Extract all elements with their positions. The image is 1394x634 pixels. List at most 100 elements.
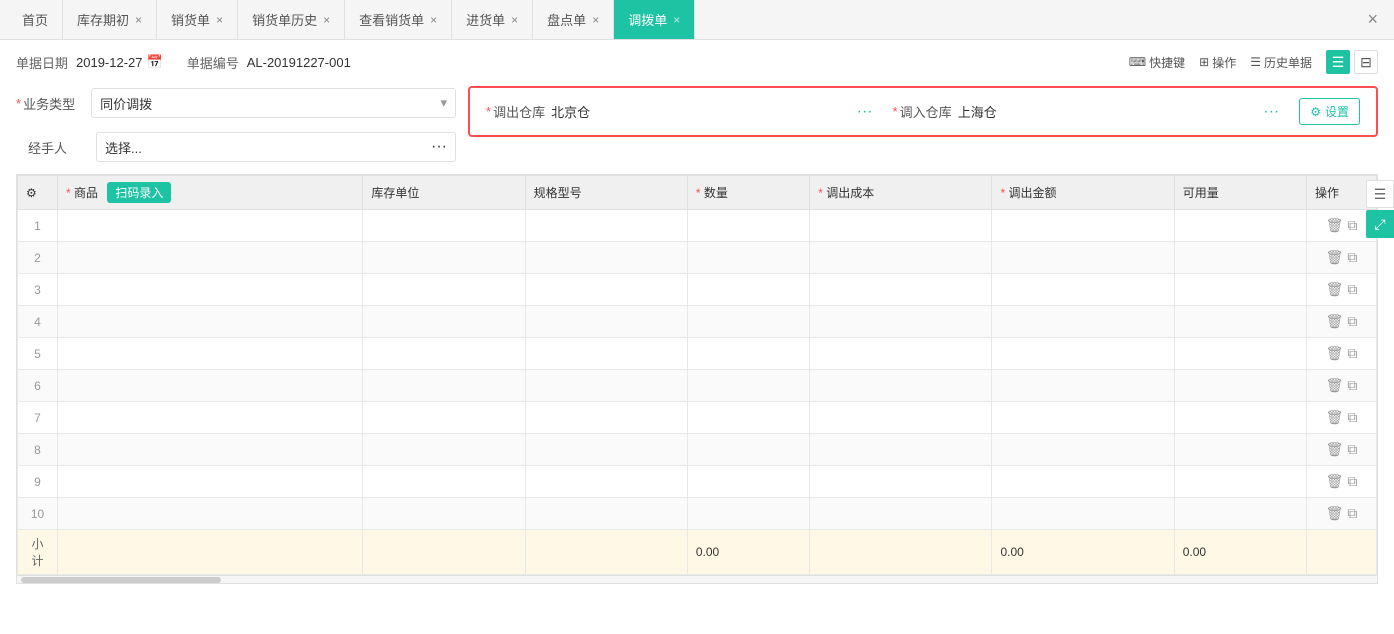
- cost-cell[interactable]: [810, 306, 992, 338]
- close-icon[interactable]: ×: [323, 13, 330, 27]
- col-gear[interactable]: ⚙: [18, 176, 58, 210]
- unit-cell[interactable]: [363, 370, 525, 402]
- copy-icon[interactable]: ⧉: [1347, 281, 1357, 298]
- product-cell[interactable]: [58, 434, 363, 466]
- spec-cell[interactable]: [525, 370, 687, 402]
- amount-cell[interactable]: [992, 306, 1174, 338]
- unit-cell[interactable]: [363, 402, 525, 434]
- product-cell[interactable]: [58, 274, 363, 306]
- spec-cell[interactable]: [525, 434, 687, 466]
- cost-cell[interactable]: [810, 210, 992, 242]
- cost-cell[interactable]: [810, 274, 992, 306]
- unit-cell[interactable]: [363, 434, 525, 466]
- close-icon[interactable]: ×: [511, 13, 518, 27]
- spec-cell[interactable]: [525, 338, 687, 370]
- delete-icon[interactable]: 🗑: [1326, 409, 1344, 426]
- settings-button[interactable]: ⚙ 设置: [1299, 98, 1360, 125]
- amount-cell[interactable]: [992, 274, 1174, 306]
- product-cell[interactable]: [58, 242, 363, 274]
- copy-icon[interactable]: ⧉: [1347, 345, 1357, 362]
- cost-cell[interactable]: [810, 498, 992, 530]
- tab-home[interactable]: 首页: [8, 0, 63, 39]
- delete-icon[interactable]: 🗑: [1326, 281, 1344, 298]
- unit-cell[interactable]: [363, 466, 525, 498]
- copy-icon[interactable]: ⧉: [1347, 313, 1357, 330]
- scan-button[interactable]: 扫码录入: [107, 182, 171, 203]
- operation-btn[interactable]: ⊞ 操作: [1199, 54, 1236, 71]
- spec-cell[interactable]: [525, 306, 687, 338]
- tab-purchase[interactable]: 进货单 ×: [452, 0, 533, 39]
- product-cell[interactable]: [58, 210, 363, 242]
- qty-cell[interactable]: [687, 402, 809, 434]
- amount-cell[interactable]: [992, 210, 1174, 242]
- copy-icon[interactable]: ⧉: [1347, 505, 1357, 522]
- spec-cell[interactable]: [525, 498, 687, 530]
- amount-cell[interactable]: [992, 498, 1174, 530]
- amount-cell[interactable]: [992, 466, 1174, 498]
- product-cell[interactable]: [58, 402, 363, 434]
- close-icon[interactable]: ×: [216, 13, 223, 27]
- product-cell[interactable]: [58, 370, 363, 402]
- spec-cell[interactable]: [525, 466, 687, 498]
- spec-cell[interactable]: [525, 274, 687, 306]
- calendar-icon[interactable]: 📅: [147, 54, 163, 70]
- qty-cell[interactable]: [687, 210, 809, 242]
- cost-cell[interactable]: [810, 338, 992, 370]
- history-btn[interactable]: ☰ 历史单据: [1250, 54, 1312, 71]
- side-list-icon[interactable]: ☰: [1366, 180, 1394, 208]
- unit-cell[interactable]: [363, 210, 525, 242]
- close-icon[interactable]: ×: [135, 13, 142, 27]
- qty-cell[interactable]: [687, 242, 809, 274]
- cost-cell[interactable]: [810, 402, 992, 434]
- tab-sales-history[interactable]: 销货单历史 ×: [238, 0, 345, 39]
- product-cell[interactable]: [58, 338, 363, 370]
- amount-cell[interactable]: [992, 338, 1174, 370]
- tab-transfer[interactable]: 调拨单 ×: [614, 0, 695, 39]
- product-cell[interactable]: [58, 498, 363, 530]
- delete-icon[interactable]: 🗑: [1326, 441, 1344, 458]
- product-cell[interactable]: [58, 306, 363, 338]
- delete-icon[interactable]: 🗑: [1326, 505, 1344, 522]
- copy-icon[interactable]: ⧉: [1347, 441, 1357, 458]
- tab-inventory-check[interactable]: 盘点单 ×: [533, 0, 614, 39]
- tab-view-sales[interactable]: 查看销货单 ×: [345, 0, 452, 39]
- qty-cell[interactable]: [687, 306, 809, 338]
- copy-icon[interactable]: ⧉: [1347, 377, 1357, 394]
- qty-cell[interactable]: [687, 338, 809, 370]
- copy-icon[interactable]: ⧉: [1347, 473, 1357, 490]
- unit-cell[interactable]: [363, 338, 525, 370]
- scrollbar[interactable]: [17, 575, 1377, 583]
- amount-cell[interactable]: [992, 402, 1174, 434]
- unit-cell[interactable]: [363, 306, 525, 338]
- close-icon[interactable]: ×: [430, 13, 437, 27]
- spec-cell[interactable]: [525, 402, 687, 434]
- copy-icon[interactable]: ⧉: [1347, 217, 1357, 234]
- amount-cell[interactable]: [992, 242, 1174, 274]
- unit-cell[interactable]: [363, 274, 525, 306]
- cost-cell[interactable]: [810, 370, 992, 402]
- copy-icon[interactable]: ⧉: [1347, 409, 1357, 426]
- delete-icon[interactable]: 🗑: [1326, 217, 1344, 234]
- amount-cell[interactable]: [992, 370, 1174, 402]
- cost-cell[interactable]: [810, 242, 992, 274]
- delete-icon[interactable]: 🗑: [1326, 249, 1344, 266]
- delete-icon[interactable]: 🗑: [1326, 473, 1344, 490]
- product-cell[interactable]: [58, 466, 363, 498]
- qty-cell[interactable]: [687, 434, 809, 466]
- qty-cell[interactable]: [687, 466, 809, 498]
- shortcut-btn[interactable]: ⌨ 快捷键: [1129, 54, 1185, 71]
- list-view-btn[interactable]: ☰: [1326, 50, 1350, 74]
- copy-icon[interactable]: ⧉: [1347, 249, 1357, 266]
- delete-icon[interactable]: 🗑: [1326, 345, 1344, 362]
- cost-cell[interactable]: [810, 434, 992, 466]
- spec-cell[interactable]: [525, 210, 687, 242]
- handler-select[interactable]: 选择... ···: [96, 132, 456, 162]
- delete-icon[interactable]: 🗑: [1326, 377, 1344, 394]
- more-icon[interactable]: ···: [857, 103, 873, 121]
- more-icon[interactable]: ···: [1263, 103, 1279, 121]
- delete-icon[interactable]: 🗑: [1326, 313, 1344, 330]
- amount-cell[interactable]: [992, 434, 1174, 466]
- spec-cell[interactable]: [525, 242, 687, 274]
- side-expand-icon[interactable]: ⤢: [1366, 210, 1394, 238]
- unit-cell[interactable]: [363, 498, 525, 530]
